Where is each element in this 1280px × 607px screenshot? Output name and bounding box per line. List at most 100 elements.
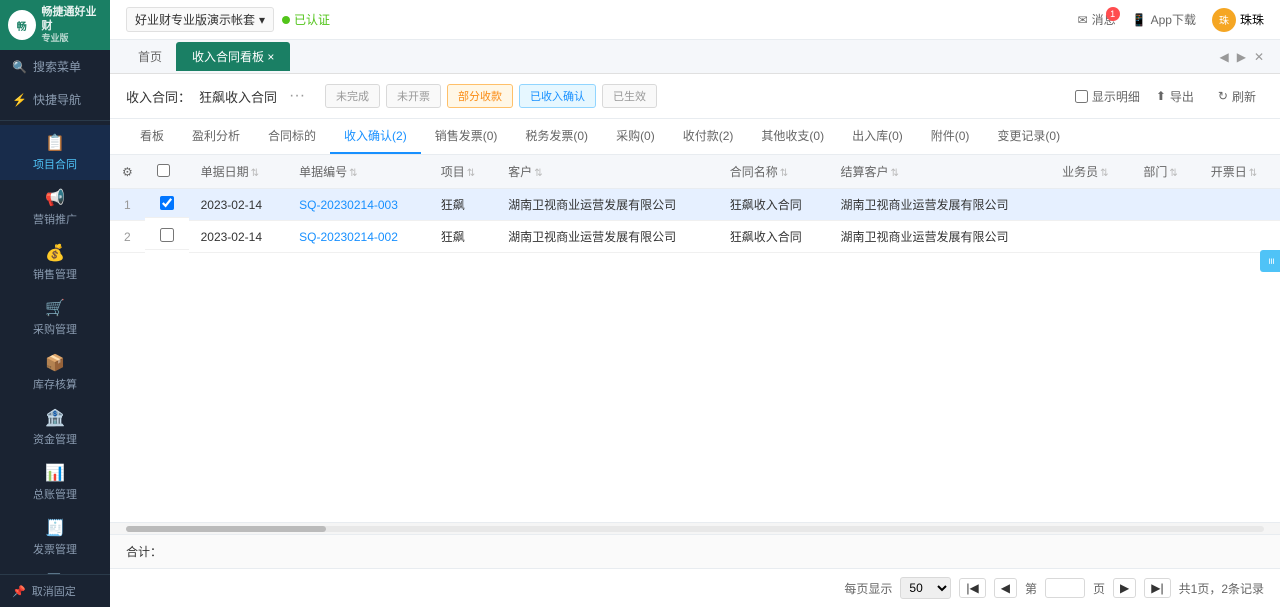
right-action-panel[interactable]: ≡ [1260, 250, 1280, 272]
sidebar-label-general: 总账管理 [33, 486, 77, 502]
sort-icon-salesperson[interactable]: ⇅ [1100, 168, 1108, 179]
sort-icon-department[interactable]: ⇅ [1169, 168, 1177, 179]
company-selector[interactable]: 好业财专业版演示帐套 ▾ [126, 7, 274, 32]
contract-more[interactable]: ··· [289, 87, 305, 105]
user-avatar: 珠 [1212, 8, 1236, 32]
sort-icon-project[interactable]: ⇅ [467, 168, 475, 179]
search-menu[interactable]: 🔍 搜索菜单 [0, 50, 110, 83]
table-row[interactable]: 12023-02-14SQ-20230214-003狂飙湖南卫视商业运营发展有限… [110, 189, 1280, 221]
show-detail-toggle[interactable]: 显示明细 [1075, 88, 1140, 105]
status-partial[interactable]: 部分收款 [447, 84, 513, 108]
sidebar-icon-invoice: 🧾 [45, 518, 65, 538]
sort-icon-date[interactable]: ⇅ [251, 168, 259, 179]
tab-nav-kanban[interactable]: 看板 [126, 119, 178, 154]
per-page-select[interactable]: 50 100 200 [900, 577, 951, 599]
row-checkbox-0[interactable] [160, 196, 174, 210]
sidebar-item-tax[interactable]: 📑 税务管理 [0, 565, 110, 574]
message-action[interactable]: ✉ 消息 1 [1078, 11, 1116, 28]
cell-salesperson-1 [1050, 221, 1131, 253]
sort-icon-open_date[interactable]: ⇅ [1249, 168, 1257, 179]
sidebar-item-general[interactable]: 📊 总账管理 [0, 455, 110, 510]
quick-nav[interactable]: ⚡ 快捷导航 [0, 83, 110, 116]
col-salesperson: 业务员⇅ [1050, 155, 1131, 189]
status-incomplete[interactable]: 未完成 [325, 84, 380, 108]
page-label-pre: 第 [1025, 580, 1037, 597]
tab-nav-tax_invoice[interactable]: 税务发票(0) [511, 119, 602, 154]
sort-icon-customer[interactable]: ⇅ [534, 168, 542, 179]
col-open_date: 开票日⇅ [1199, 155, 1280, 189]
tab-nav-change_log[interactable]: 变更记录(0) [983, 119, 1074, 154]
number-link-0[interactable]: SQ-20230214-003 [299, 198, 398, 212]
table-container[interactable]: ⚙单据日期⇅单据编号⇅项目⇅客户⇅合同名称⇅结算客户⇅业务员⇅部门⇅开票日⇅ 1… [110, 155, 1280, 522]
contract-label: 收入合同： [126, 87, 191, 106]
cell-contract-0: 狂飙收入合同 [718, 189, 829, 221]
app-download-action[interactable]: 📱 App下载 [1132, 11, 1196, 28]
refresh-button[interactable]: ↻ 刷新 [1210, 85, 1264, 108]
row-checkbox-1[interactable] [160, 228, 174, 242]
sort-icon-contract_name[interactable]: ⇅ [780, 168, 788, 179]
show-detail-checkbox[interactable] [1075, 90, 1088, 103]
sort-icon-number[interactable]: ⇅ [349, 168, 357, 179]
settings-icon[interactable]: ⚙ [122, 165, 133, 179]
tab-nav-warehouse[interactable]: 出入库(0) [838, 119, 917, 154]
first-page-button[interactable]: |◀ [959, 578, 985, 598]
tab-nav-payment[interactable]: 收付款(2) [669, 119, 748, 154]
cell-checkbox-0[interactable] [145, 189, 189, 218]
tab-nav-attachment[interactable]: 附件(0) [917, 119, 984, 154]
sidebar-item-purchase[interactable]: 🛒 采购管理 [0, 290, 110, 345]
sidebar-item-project[interactable]: 📋 项目合同 [0, 125, 110, 180]
cell-number-1[interactable]: SQ-20230214-002 [287, 221, 429, 253]
sidebar-item-sales[interactable]: 💰 销售管理 [0, 235, 110, 290]
sidebar-label-inventory: 库存核算 [33, 376, 77, 392]
col-project: 项目⇅ [429, 155, 496, 189]
last-page-button[interactable]: ▶| [1144, 578, 1170, 598]
prev-page-button[interactable]: ◀ [994, 578, 1017, 598]
tab-home[interactable]: 首页 [126, 42, 174, 71]
col-settings[interactable]: ⚙ [110, 155, 145, 189]
select-all-checkbox[interactable] [157, 164, 170, 177]
pin-icon: 📌 [12, 585, 26, 598]
tab-nav-income_confirm[interactable]: 收入确认(2) [330, 119, 421, 154]
scroll-thumb[interactable] [126, 526, 326, 532]
col-closing_customer: 结算客户⇅ [829, 155, 1051, 189]
cell-checkbox-1[interactable] [145, 221, 189, 250]
col-customer: 客户⇅ [496, 155, 718, 189]
next-page-button[interactable]: ▶ [1113, 578, 1136, 598]
tab-active[interactable]: 收入合同看板 × [176, 42, 290, 71]
nav-close-icon[interactable]: ✕ [1254, 50, 1264, 64]
col-checkbox[interactable] [145, 155, 189, 189]
status-uninvoiced[interactable]: 未开票 [386, 84, 441, 108]
tab-nav-sales_invoice[interactable]: 销售发票(0) [421, 119, 512, 154]
user-menu[interactable]: 珠 珠珠 [1212, 8, 1264, 32]
tab-nav-contract_std[interactable]: 合同标的 [254, 119, 330, 154]
sidebar-item-marketing[interactable]: 📢 营销推广 [0, 180, 110, 235]
horizontal-scrollbar[interactable] [110, 522, 1280, 534]
nav-prev-icon[interactable]: ◀ [1219, 50, 1228, 64]
tab-nav-other_income[interactable]: 其他收支(0) [747, 119, 838, 154]
number-link-1[interactable]: SQ-20230214-002 [299, 230, 398, 244]
cell-number-0[interactable]: SQ-20230214-003 [287, 189, 429, 221]
unpin-button[interactable]: 📌 取消固定 [0, 575, 110, 607]
table-area: ⚙单据日期⇅单据编号⇅项目⇅客户⇅合同名称⇅结算客户⇅业务员⇅部门⇅开票日⇅ 1… [110, 155, 1280, 607]
sidebar-item-invoice[interactable]: 🧾 发票管理 [0, 510, 110, 565]
cell-contract-1: 狂飙收入合同 [718, 221, 829, 253]
cell-department-0 [1131, 189, 1198, 221]
cell-num-1: 2 [110, 221, 145, 253]
nav-next-icon[interactable]: ▶ [1237, 50, 1246, 64]
sidebar-item-inventory[interactable]: 📦 库存核算 [0, 345, 110, 400]
scroll-track [126, 526, 1264, 532]
cell-closing-0: 湖南卫视商业运营发展有限公司 [829, 189, 1051, 221]
export-button[interactable]: ⬆ 导出 [1148, 85, 1202, 108]
cell-closing-1: 湖南卫视商业运营发展有限公司 [829, 221, 1051, 253]
status-confirmed[interactable]: 已收入确认 [519, 84, 596, 108]
tab-nav-purchase[interactable]: 采购(0) [602, 119, 669, 154]
tab-nav-profit[interactable]: 盈利分析 [178, 119, 254, 154]
cell-project-0: 狂飙 [429, 189, 496, 221]
table-row[interactable]: 22023-02-14SQ-20230214-002狂飙湖南卫视商业运营发展有限… [110, 221, 1280, 253]
page-input[interactable]: 1 [1045, 578, 1085, 598]
sidebar-icon-funds: 🏦 [45, 408, 65, 428]
sidebar-item-funds[interactable]: 🏦 资金管理 [0, 400, 110, 455]
sort-icon-closing_customer[interactable]: ⇅ [891, 168, 899, 179]
status-effective[interactable]: 已生效 [602, 84, 657, 108]
data-table: ⚙单据日期⇅单据编号⇅项目⇅客户⇅合同名称⇅结算客户⇅业务员⇅部门⇅开票日⇅ 1… [110, 155, 1280, 253]
